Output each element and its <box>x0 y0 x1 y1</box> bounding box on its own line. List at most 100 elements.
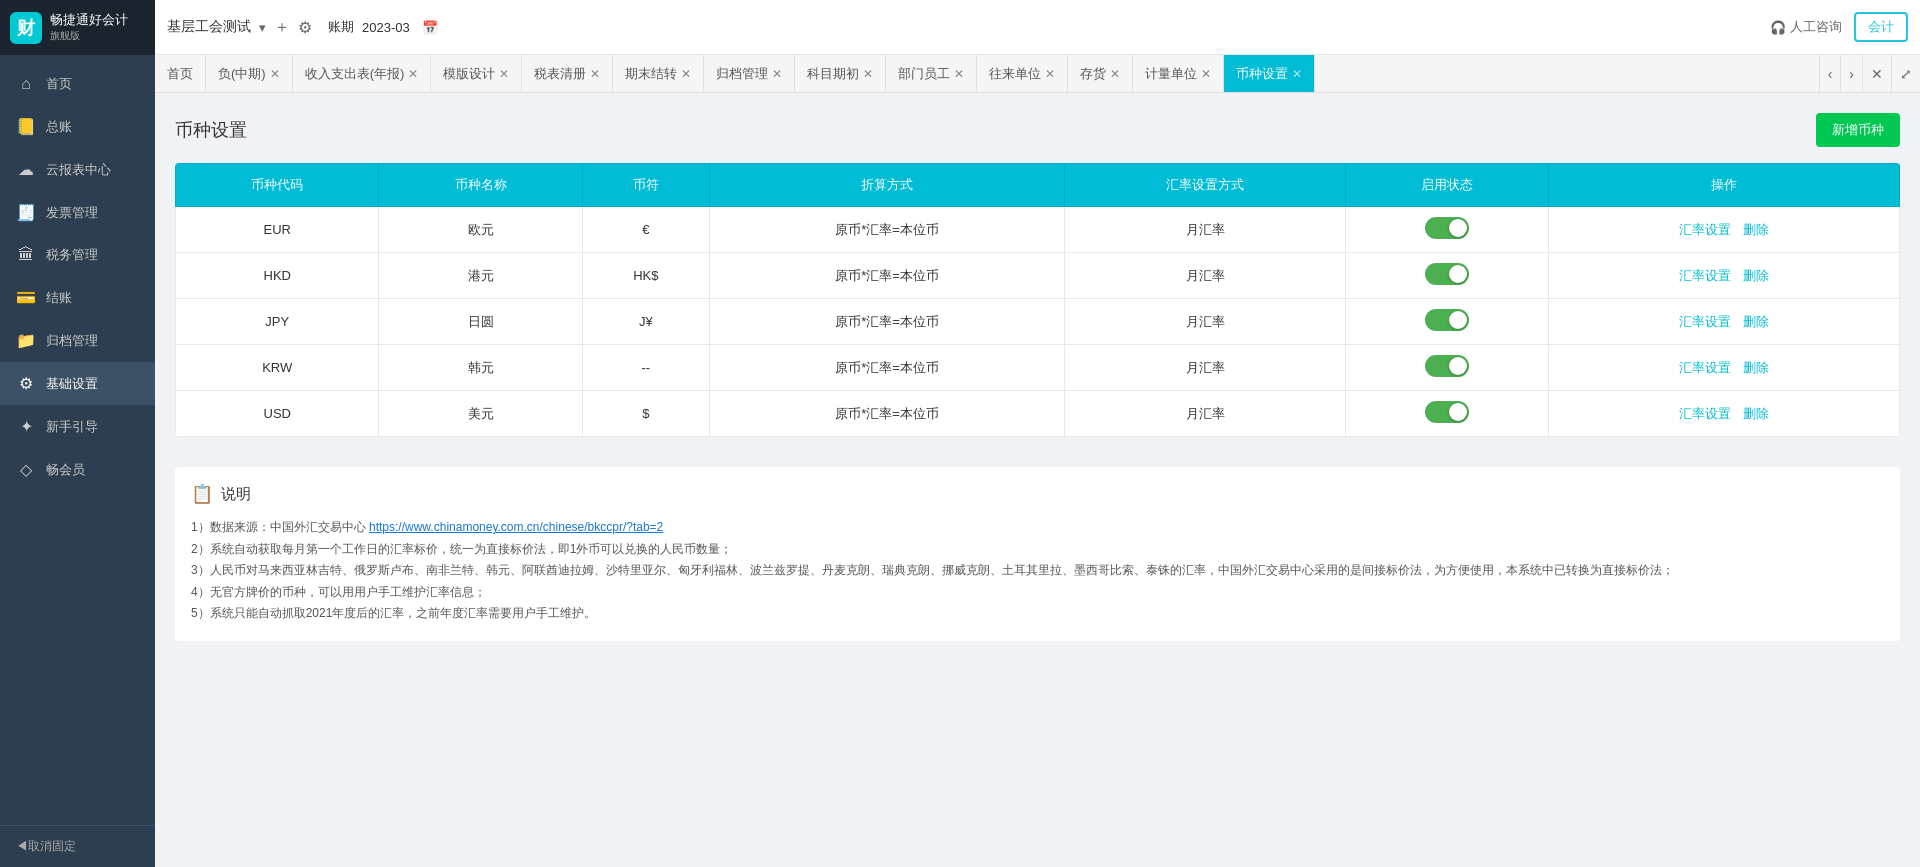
notes-icon: 📋 <box>191 483 213 505</box>
col-header: 操作 <box>1549 164 1900 207</box>
tab-close-currency[interactable]: ✕ <box>1292 67 1302 81</box>
tab-label-template: 模版设计 <box>443 65 495 83</box>
tab-label-currency: 币种设置 <box>1236 65 1288 83</box>
tab-income[interactable]: 收入支出表(年报)✕ <box>293 55 432 93</box>
tab-expand-btn[interactable]: ⤢ <box>1891 55 1920 93</box>
main-area: 基层工会测试 ▾ ＋ ⚙ 账期 2023-03 📅 🎧 人工咨询 会计 首页负(… <box>155 0 1920 867</box>
delete-link[interactable]: 删除 <box>1743 268 1769 283</box>
toggle-cell <box>1345 391 1548 437</box>
tab-close-template[interactable]: ✕ <box>499 67 509 81</box>
nav-label-home: 首页 <box>46 75 72 93</box>
tab-subject_init[interactable]: 科目期初 ✕ <box>795 55 886 93</box>
add-company-icon[interactable]: ＋ <box>274 17 290 38</box>
sidebar-item-checkout[interactable]: 💳结账 <box>0 276 155 319</box>
tab-currency[interactable]: 币种设置 ✕ <box>1224 55 1315 93</box>
sidebar-item-archive[interactable]: 📁归档管理 <box>0 319 155 362</box>
tab-label-income: 收入支出表(年报) <box>305 65 405 83</box>
delete-link[interactable]: 删除 <box>1743 222 1769 237</box>
consult-button[interactable]: 🎧 人工咨询 <box>1770 18 1842 36</box>
nav-label-tax: 税务管理 <box>46 246 98 264</box>
tab-close-income[interactable]: ✕ <box>408 67 418 81</box>
period-value[interactable]: 2023-03 <box>362 20 410 35</box>
nav-label-settings: 基础设置 <box>46 375 98 393</box>
tab-close-period_end[interactable]: ✕ <box>681 67 691 81</box>
topbar-right: 🎧 人工咨询 会计 <box>1770 12 1908 42</box>
sidebar-item-home[interactable]: ⌂首页 <box>0 63 155 105</box>
tab-close-subject_init[interactable]: ✕ <box>863 67 873 81</box>
action-cell: 汇率设置删除 <box>1549 253 1900 299</box>
table-cell: -- <box>582 345 709 391</box>
tab-close-balance[interactable]: ✕ <box>270 67 280 81</box>
tab-balance[interactable]: 负(中期)✕ <box>206 55 293 93</box>
table-cell: J¥ <box>582 299 709 345</box>
rate-setting-link[interactable]: 汇率设置 <box>1679 406 1731 421</box>
company-settings-icon[interactable]: ⚙ <box>298 18 312 37</box>
tab-home[interactable]: 首页 <box>155 55 206 93</box>
enable-toggle[interactable] <box>1425 401 1469 423</box>
headset-icon: 🎧 <box>1770 20 1786 35</box>
nav-label-ledger: 总账 <box>46 118 72 136</box>
tab-close-dept_staff[interactable]: ✕ <box>954 67 964 81</box>
nav-label-invoice: 发票管理 <box>46 204 98 222</box>
tab-template[interactable]: 模版设计 ✕ <box>431 55 522 93</box>
sidebar-item-reports[interactable]: ☁云报表中心 <box>0 148 155 191</box>
tab-close-archivemgr[interactable]: ✕ <box>772 67 782 81</box>
action-cell: 汇率设置删除 <box>1549 299 1900 345</box>
logo-name: 畅捷通好会计 <box>50 12 128 29</box>
tab-dept_staff[interactable]: 部门员工✕ <box>886 55 977 93</box>
tab-taxclear[interactable]: 税表清册 ✕ <box>522 55 613 93</box>
tab-inventory[interactable]: 存货✕ <box>1068 55 1133 93</box>
tab-close-inventory[interactable]: ✕ <box>1110 67 1120 81</box>
tab-close-taxclear[interactable]: ✕ <box>590 67 600 81</box>
col-header: 币种代码 <box>176 164 379 207</box>
enable-toggle[interactable] <box>1425 309 1469 331</box>
table-row: JPY日圆J¥原币*汇率=本位币月汇率汇率设置删除 <box>176 299 1900 345</box>
tab-prev-btn[interactable]: ‹ <box>1819 55 1841 93</box>
table-cell: 日圆 <box>379 299 582 345</box>
tab-label-taxclear: 税表清册 <box>534 65 586 83</box>
sidebar-item-settings[interactable]: ⚙基础设置 <box>0 362 155 405</box>
sidebar-item-ledger[interactable]: 📒总账 <box>0 105 155 148</box>
nav-icon-archive: 📁 <box>16 331 36 350</box>
nav-icon-guide: ✦ <box>16 417 36 436</box>
tab-close-all-btn[interactable]: ✕ <box>1862 55 1891 93</box>
page-header: 币种设置 新增币种 <box>175 113 1900 147</box>
tab-archivemgr[interactable]: 归档管理✕ <box>704 55 795 93</box>
delete-link[interactable]: 删除 <box>1743 360 1769 375</box>
rate-setting-link[interactable]: 汇率设置 <box>1679 222 1731 237</box>
tab-close-customers[interactable]: ✕ <box>1045 67 1055 81</box>
enable-toggle[interactable] <box>1425 263 1469 285</box>
delete-link[interactable]: 删除 <box>1743 406 1769 421</box>
table-cell: 月汇率 <box>1065 299 1345 345</box>
col-header: 币种名称 <box>379 164 582 207</box>
company-name: 基层工会测试 <box>167 18 251 36</box>
calendar-icon[interactable]: 📅 <box>422 20 438 35</box>
tab-unit[interactable]: 计量单位✕ <box>1133 55 1224 93</box>
new-currency-button[interactable]: 新增币种 <box>1816 113 1900 147</box>
company-dropdown-icon[interactable]: ▾ <box>259 20 266 35</box>
tabbar: 首页负(中期)✕收入支出表(年报)✕模版设计✕税表清册✕期末结转✕归档管理✕科目… <box>155 55 1920 93</box>
sidebar-footer[interactable]: ◀取消固定 <box>0 825 155 867</box>
tab-next-btn[interactable]: › <box>1840 55 1862 93</box>
enable-toggle[interactable] <box>1425 355 1469 377</box>
rate-setting-link[interactable]: 汇率设置 <box>1679 360 1731 375</box>
enable-toggle[interactable] <box>1425 217 1469 239</box>
app-logo: 财 畅捷通好会计 旗舰版 <box>0 0 155 55</box>
tab-customers[interactable]: 往来单位✕ <box>977 55 1068 93</box>
sidebar-item-invoice[interactable]: 🧾发票管理 <box>0 191 155 234</box>
tab-close-unit[interactable]: ✕ <box>1201 67 1211 81</box>
toggle-cell <box>1345 299 1548 345</box>
sidebar-item-guide[interactable]: ✦新手引导 <box>0 405 155 448</box>
rate-setting-link[interactable]: 汇率设置 <box>1679 314 1731 329</box>
delete-link[interactable]: 删除 <box>1743 314 1769 329</box>
rate-setting-link[interactable]: 汇率设置 <box>1679 268 1731 283</box>
notes-external-link[interactable]: https://www.chinamoney.com.cn/chinese/bk… <box>369 520 663 534</box>
tab-period_end[interactable]: 期末结转✕ <box>613 55 704 93</box>
nav-icon-checkout: 💳 <box>16 288 36 307</box>
logo-sub: 旗舰版 <box>50 29 128 43</box>
tab-label-subject_init: 科目期初 <box>807 65 859 83</box>
sidebar-item-member[interactable]: ◇畅会员 <box>0 448 155 491</box>
sidebar-item-tax[interactable]: 🏛税务管理 <box>0 234 155 276</box>
currency-table: 币种代码币种名称币符折算方式汇率设置方式启用状态操作 EUR欧元€原币*汇率=本… <box>175 163 1900 437</box>
account-button[interactable]: 会计 <box>1854 12 1908 42</box>
